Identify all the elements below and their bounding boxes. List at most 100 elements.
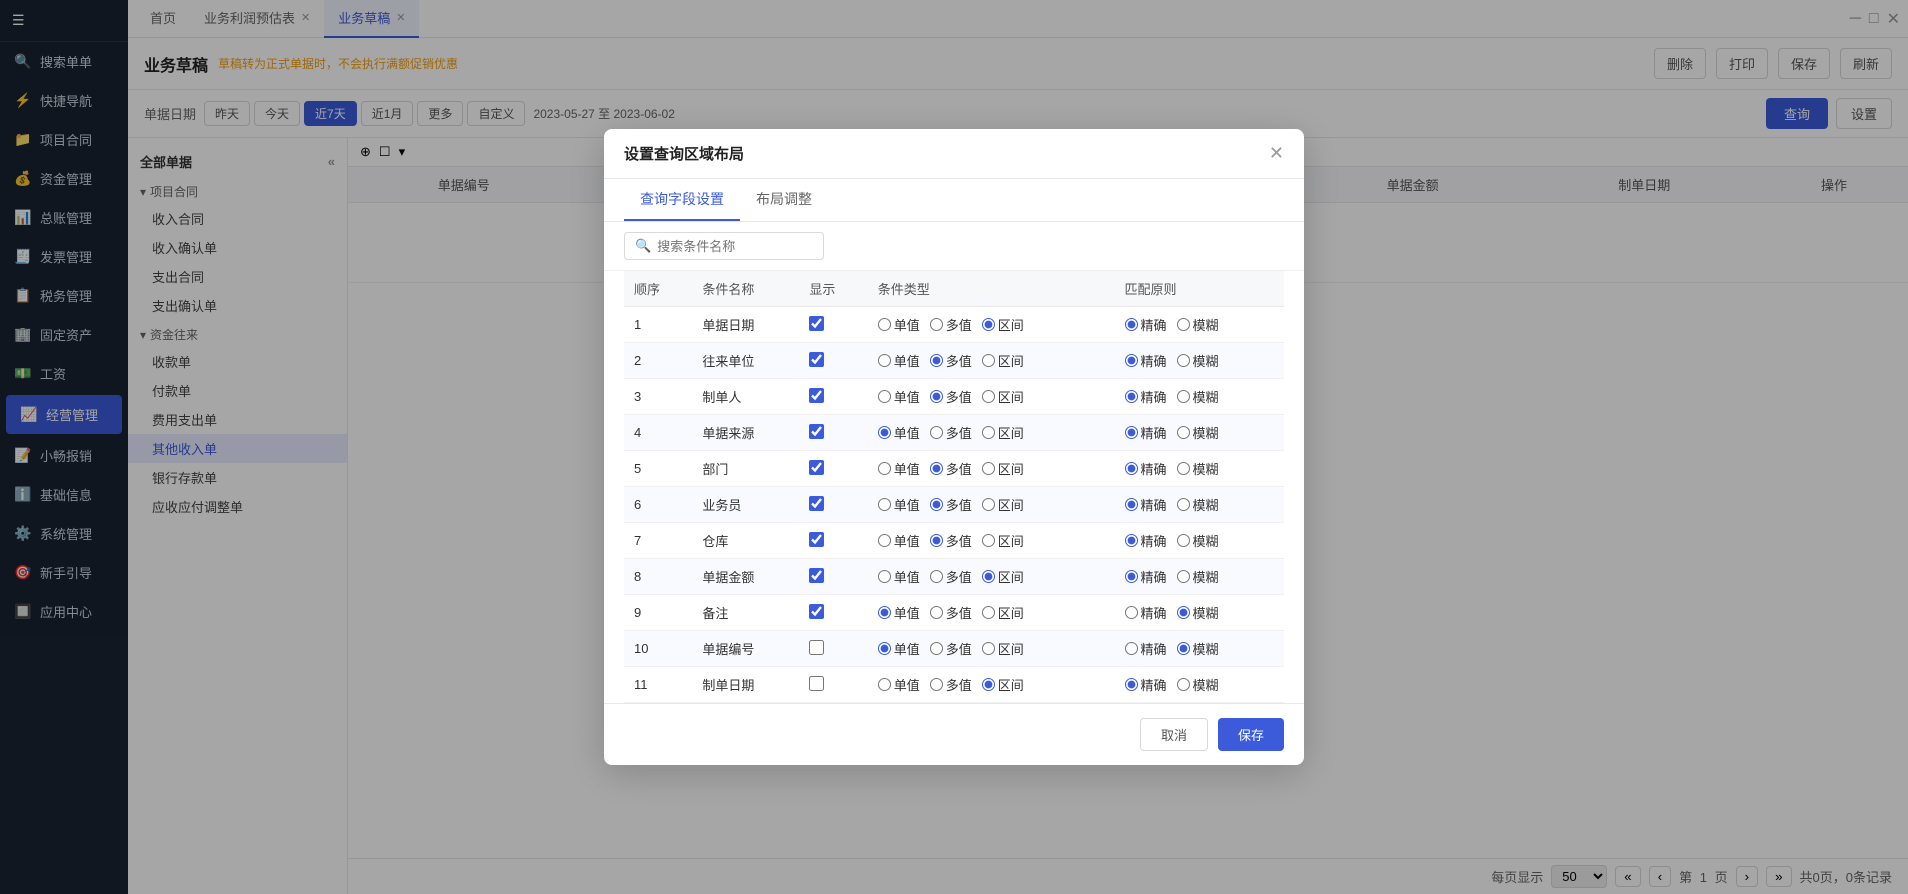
radio-type-区间-3[interactable]: 区间: [982, 387, 1024, 406]
radio-type-单值-10[interactable]: 单值: [878, 639, 920, 658]
radio-match-input-精确-11[interactable]: [1125, 678, 1138, 691]
radio-match-input-模糊-7[interactable]: [1177, 534, 1190, 547]
row-match-6[interactable]: 精确模糊: [1115, 487, 1284, 523]
row-show-2[interactable]: [799, 343, 867, 379]
radio-match-input-模糊-2[interactable]: [1177, 354, 1190, 367]
radio-type-区间-11[interactable]: 区间: [982, 675, 1024, 694]
checkbox-show-8[interactable]: [809, 568, 824, 583]
row-match-11[interactable]: 精确模糊: [1115, 667, 1284, 703]
radio-input-多值-3[interactable]: [930, 390, 943, 403]
radio-input-区间-3[interactable]: [982, 390, 995, 403]
row-match-2[interactable]: 精确模糊: [1115, 343, 1284, 379]
radio-match-模糊-5[interactable]: 模糊: [1177, 459, 1219, 478]
radio-type-区间-2[interactable]: 区间: [982, 351, 1024, 370]
checkbox-show-1[interactable]: [809, 316, 824, 331]
checkbox-show-3[interactable]: [809, 388, 824, 403]
radio-match-精确-9[interactable]: 精确: [1125, 603, 1167, 622]
radio-input-区间-2[interactable]: [982, 354, 995, 367]
row-condtype-11[interactable]: 单值多值区间: [868, 667, 1115, 703]
row-show-6[interactable]: [799, 487, 867, 523]
row-match-5[interactable]: 精确模糊: [1115, 451, 1284, 487]
modal-tab-布局调整[interactable]: 布局调整: [740, 179, 828, 221]
row-match-4[interactable]: 精确模糊: [1115, 415, 1284, 451]
radio-match-模糊-3[interactable]: 模糊: [1177, 387, 1219, 406]
radio-type-单值-2[interactable]: 单值: [878, 351, 920, 370]
row-match-8[interactable]: 精确模糊: [1115, 559, 1284, 595]
checkbox-show-2[interactable]: [809, 352, 824, 367]
row-show-3[interactable]: [799, 379, 867, 415]
radio-input-区间-6[interactable]: [982, 498, 995, 511]
row-show-10[interactable]: [799, 631, 867, 667]
radio-type-多值-11[interactable]: 多值: [930, 675, 972, 694]
radio-match-input-模糊-11[interactable]: [1177, 678, 1190, 691]
radio-type-单值-7[interactable]: 单值: [878, 531, 920, 550]
modal-save-button[interactable]: 保存: [1218, 718, 1284, 751]
radio-match-模糊-7[interactable]: 模糊: [1177, 531, 1219, 550]
modal-tab-查询字段设置[interactable]: 查询字段设置: [624, 179, 740, 221]
radio-match-input-精确-8[interactable]: [1125, 570, 1138, 583]
radio-input-多值-2[interactable]: [930, 354, 943, 367]
radio-match-input-模糊-1[interactable]: [1177, 318, 1190, 331]
radio-type-单值-11[interactable]: 单值: [878, 675, 920, 694]
radio-type-多值-3[interactable]: 多值: [930, 387, 972, 406]
row-show-1[interactable]: [799, 307, 867, 343]
radio-match-精确-2[interactable]: 精确: [1125, 351, 1167, 370]
radio-input-多值-6[interactable]: [930, 498, 943, 511]
radio-match-input-模糊-3[interactable]: [1177, 390, 1190, 403]
radio-type-多值-10[interactable]: 多值: [930, 639, 972, 658]
row-condtype-10[interactable]: 单值多值区间: [868, 631, 1115, 667]
row-condtype-7[interactable]: 单值多值区间: [868, 523, 1115, 559]
radio-type-多值-7[interactable]: 多值: [930, 531, 972, 550]
radio-input-区间-11[interactable]: [982, 678, 995, 691]
radio-type-区间-6[interactable]: 区间: [982, 495, 1024, 514]
radio-type-多值-4[interactable]: 多值: [930, 423, 972, 442]
checkbox-show-6[interactable]: [809, 496, 824, 511]
radio-input-区间-4[interactable]: [982, 426, 995, 439]
radio-match-模糊-10[interactable]: 模糊: [1177, 639, 1219, 658]
radio-type-区间-8[interactable]: 区间: [982, 567, 1024, 586]
radio-input-单值-4[interactable]: [878, 426, 891, 439]
radio-input-单值-2[interactable]: [878, 354, 891, 367]
radio-input-多值-10[interactable]: [930, 642, 943, 655]
radio-match-input-模糊-5[interactable]: [1177, 462, 1190, 475]
radio-match-input-精确-3[interactable]: [1125, 390, 1138, 403]
radio-match-模糊-11[interactable]: 模糊: [1177, 675, 1219, 694]
row-show-7[interactable]: [799, 523, 867, 559]
row-condtype-3[interactable]: 单值多值区间: [868, 379, 1115, 415]
radio-match-input-精确-1[interactable]: [1125, 318, 1138, 331]
radio-type-单值-1[interactable]: 单值: [878, 315, 920, 334]
checkbox-show-7[interactable]: [809, 532, 824, 547]
radio-input-单值-11[interactable]: [878, 678, 891, 691]
radio-input-区间-8[interactable]: [982, 570, 995, 583]
radio-type-单值-5[interactable]: 单值: [878, 459, 920, 478]
radio-type-多值-9[interactable]: 多值: [930, 603, 972, 622]
cancel-button[interactable]: 取消: [1140, 718, 1208, 751]
radio-type-多值-1[interactable]: 多值: [930, 315, 972, 334]
radio-input-区间-5[interactable]: [982, 462, 995, 475]
radio-input-区间-10[interactable]: [982, 642, 995, 655]
radio-type-单值-9[interactable]: 单值: [878, 603, 920, 622]
radio-match-精确-11[interactable]: 精确: [1125, 675, 1167, 694]
checkbox-show-4[interactable]: [809, 424, 824, 439]
radio-type-区间-7[interactable]: 区间: [982, 531, 1024, 550]
row-match-7[interactable]: 精确模糊: [1115, 523, 1284, 559]
radio-type-多值-6[interactable]: 多值: [930, 495, 972, 514]
radio-match-input-精确-10[interactable]: [1125, 642, 1138, 655]
radio-match-精确-7[interactable]: 精确: [1125, 531, 1167, 550]
radio-input-单值-10[interactable]: [878, 642, 891, 655]
radio-match-input-精确-2[interactable]: [1125, 354, 1138, 367]
radio-match-input-精确-9[interactable]: [1125, 606, 1138, 619]
row-show-8[interactable]: [799, 559, 867, 595]
radio-match-模糊-9[interactable]: 模糊: [1177, 603, 1219, 622]
radio-match-精确-10[interactable]: 精确: [1125, 639, 1167, 658]
checkbox-show-5[interactable]: [809, 460, 824, 475]
radio-type-区间-10[interactable]: 区间: [982, 639, 1024, 658]
radio-input-单值-8[interactable]: [878, 570, 891, 583]
radio-type-多值-8[interactable]: 多值: [930, 567, 972, 586]
radio-match-input-精确-6[interactable]: [1125, 498, 1138, 511]
radio-match-input-精确-5[interactable]: [1125, 462, 1138, 475]
radio-match-input-模糊-6[interactable]: [1177, 498, 1190, 511]
row-show-5[interactable]: [799, 451, 867, 487]
row-condtype-5[interactable]: 单值多值区间: [868, 451, 1115, 487]
row-condtype-1[interactable]: 单值多值区间: [868, 307, 1115, 343]
